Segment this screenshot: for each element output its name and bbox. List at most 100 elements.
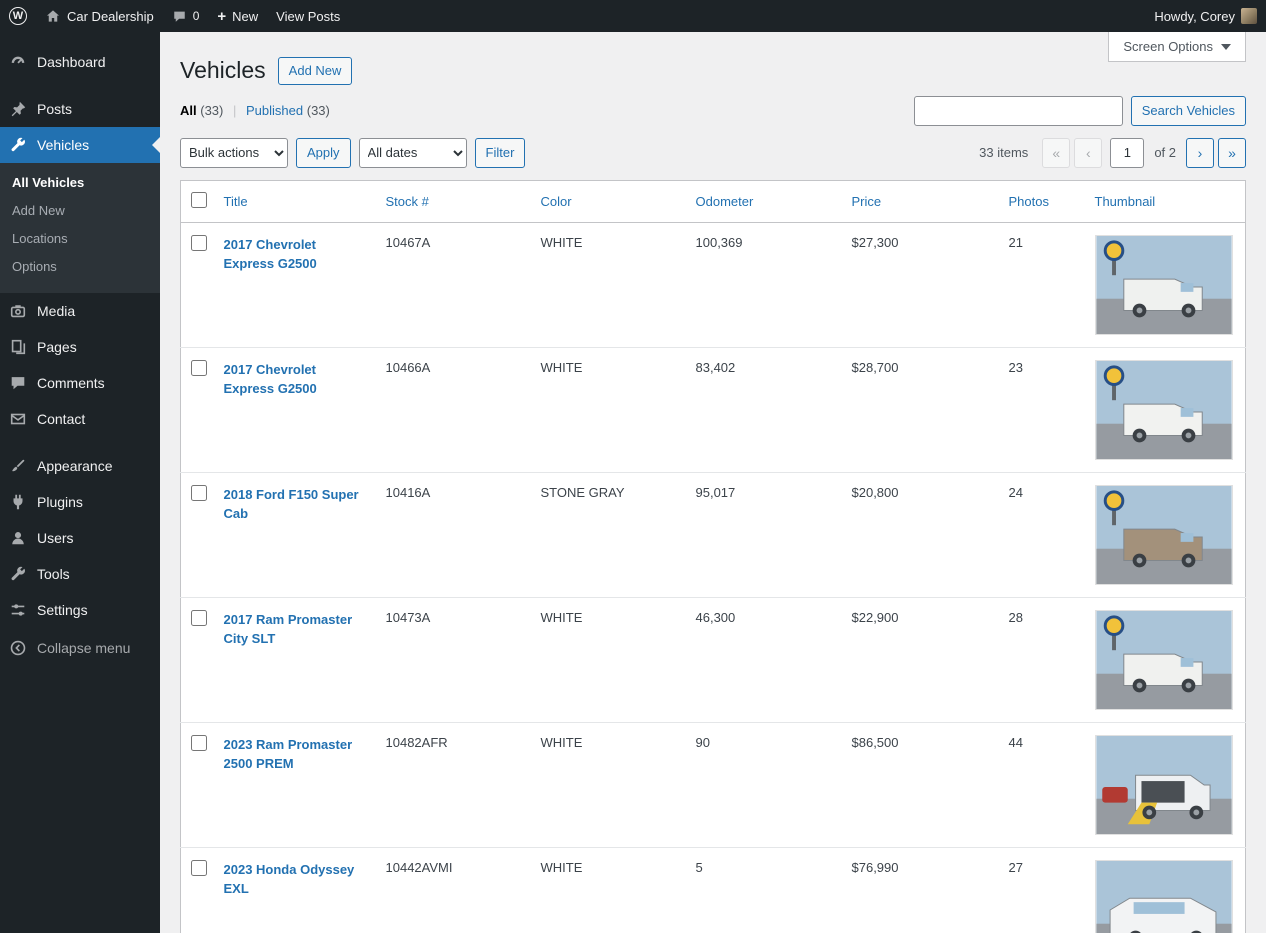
row-checkbox[interactable]	[191, 734, 207, 751]
column-header-stock[interactable]: Stock #	[375, 180, 531, 223]
sidebar-item-label: Tools	[37, 566, 70, 582]
last-page-button[interactable]: »	[1218, 137, 1246, 168]
sidebar-item-dashboard[interactable]: Dashboard	[0, 44, 160, 80]
sidebar-item-label: Vehicles	[37, 137, 90, 153]
row-checkbox[interactable]	[191, 234, 207, 251]
avatar	[1241, 8, 1257, 24]
column-header-title[interactable]: Title	[213, 180, 376, 223]
screen-options-label: Screen Options	[1123, 39, 1213, 54]
table-row: 2018 Ford F150 Super Cab 10416A STONE GR…	[180, 471, 1246, 598]
sidebar-item-vehicles[interactable]: Vehicles	[0, 127, 160, 163]
wordpress-logo[interactable]: W	[0, 0, 36, 32]
column-header-color[interactable]: Color	[530, 180, 686, 223]
table-row: 2017 Chevrolet Express G2500 10467A WHIT…	[181, 222, 1246, 347]
submenu-item-label: Add New	[12, 203, 65, 218]
row-checkbox[interactable]	[191, 484, 207, 501]
comment-bubble-icon	[172, 9, 187, 24]
search-box: Search Vehicles	[913, 95, 1246, 126]
collapse-menu-button[interactable]: Collapse menu	[0, 630, 160, 666]
odometer-cell: 83,402	[685, 346, 842, 473]
admin-sidebar: Dashboard Posts Vehicles All Vehicles Ad…	[0, 32, 160, 933]
vehicle-title-link[interactable]: 2017 Chevrolet Express G2500	[224, 235, 366, 274]
vehicle-thumbnail	[1094, 859, 1233, 933]
vehicles-submenu: All Vehicles Add New Locations Options	[0, 163, 160, 293]
stock-cell: 10466A	[375, 346, 531, 473]
row-checkbox[interactable]	[191, 859, 207, 876]
bulk-actions-select[interactable]: Bulk actions	[180, 137, 288, 168]
vehicle-title-link[interactable]: 2017 Chevrolet Express G2500	[224, 360, 366, 399]
column-header-price[interactable]: Price	[841, 180, 999, 223]
sidebar-item-pages[interactable]: Pages	[0, 329, 160, 365]
photos-cell: 23	[998, 346, 1085, 473]
stock-cell: 10482AFR	[375, 721, 531, 848]
pages-icon	[8, 337, 28, 357]
submenu-item-locations[interactable]: Locations	[0, 225, 160, 253]
sidebar-item-appearance[interactable]: Appearance	[0, 448, 160, 484]
select-all-checkbox[interactable]	[191, 191, 207, 208]
odometer-cell: 100,369	[695, 234, 743, 250]
vehicle-title-link[interactable]: 2023 Honda Odyssey EXL	[224, 860, 366, 899]
apply-button[interactable]: Apply	[296, 137, 351, 168]
price-cell: $86,500	[841, 721, 999, 848]
submenu-item-options[interactable]: Options	[0, 253, 160, 281]
camera-icon	[8, 301, 28, 321]
collapse-arrow-icon	[8, 638, 28, 658]
table-row: 2023 Honda Odyssey EXL 10442AVMI WHITE 5…	[180, 846, 1246, 933]
sidebar-item-users[interactable]: Users	[0, 520, 160, 556]
sidebar-item-contact[interactable]: Contact	[0, 401, 160, 437]
next-page-button[interactable]: ›	[1186, 137, 1214, 168]
sidebar-item-tools[interactable]: Tools	[0, 556, 160, 592]
row-checkbox[interactable]	[191, 359, 207, 376]
main-content: Screen Options Vehicles Add New All (33)…	[160, 32, 1266, 933]
dates-filter-select[interactable]: All dates	[358, 137, 467, 168]
view-filter-all[interactable]: All	[180, 103, 197, 118]
add-new-button[interactable]: Add New	[277, 56, 353, 85]
column-header-thumbnail[interactable]: Thumbnail	[1084, 180, 1246, 223]
sidebar-item-plugins[interactable]: Plugins	[0, 484, 160, 520]
select-all-header	[180, 180, 214, 223]
column-header-odometer[interactable]: Odometer	[685, 180, 842, 223]
odometer-cell: 90	[685, 721, 842, 848]
color-cell: WHITE	[530, 846, 686, 933]
view-filter-published-count: (33)	[306, 103, 330, 119]
row-checkbox[interactable]	[191, 609, 207, 626]
view-posts-link[interactable]: View Posts	[267, 0, 349, 32]
search-vehicles-button[interactable]: Search Vehicles	[1130, 95, 1246, 126]
price-cell: $22,900	[841, 596, 999, 723]
new-content-menu[interactable]: + New	[208, 0, 267, 32]
filter-button[interactable]: Filter	[474, 137, 526, 168]
view-filter-published[interactable]: Published	[246, 103, 303, 118]
current-page-input[interactable]	[1110, 137, 1145, 168]
sidebar-item-media[interactable]: Media	[0, 293, 160, 329]
submenu-item-all-vehicles[interactable]: All Vehicles	[0, 169, 160, 197]
photos-cell: 24	[998, 471, 1085, 598]
table-row: 2017 Ram Promaster City SLT 10473A WHITE…	[180, 596, 1246, 723]
vehicle-thumbnail	[1094, 359, 1233, 460]
price-cell: $76,990	[841, 846, 999, 933]
sidebar-item-label: Users	[37, 530, 74, 546]
vehicle-title-link[interactable]: 2023 Ram Promaster 2500 PREM	[224, 735, 366, 774]
sidebar-item-label: Plugins	[37, 494, 83, 510]
admin-bar: W Car Dealership 0 + New View Posts Howd…	[0, 0, 1266, 32]
price-cell: $28,700	[841, 346, 999, 473]
settings-icon	[8, 600, 28, 620]
search-input[interactable]	[913, 95, 1123, 126]
wordpress-logo-icon: W	[9, 7, 27, 25]
vehicle-title-link[interactable]: 2017 Ram Promaster City SLT	[224, 610, 366, 649]
account-menu[interactable]: Howdy, Corey	[1145, 0, 1266, 32]
sidebar-item-comments[interactable]: Comments	[0, 365, 160, 401]
sidebar-item-settings[interactable]: Settings	[0, 592, 160, 628]
vehicle-thumbnail	[1094, 484, 1233, 585]
screen-options-tab[interactable]: Screen Options	[1108, 32, 1246, 62]
new-label: New	[232, 8, 259, 24]
plus-icon: +	[217, 7, 227, 25]
vehicle-title-link[interactable]: 2018 Ford F150 Super Cab	[224, 485, 366, 524]
vehicle-thumbnail	[1094, 234, 1233, 335]
comments-shortcut[interactable]: 0	[163, 0, 209, 32]
submenu-item-add-new[interactable]: Add New	[0, 197, 160, 225]
pagination: 33 items « ‹ of 2 › »	[979, 137, 1246, 168]
site-name-link[interactable]: Car Dealership	[36, 0, 163, 32]
sidebar-item-posts[interactable]: Posts	[0, 91, 160, 127]
howdy-text: Howdy, Corey	[1154, 8, 1235, 24]
column-header-photos[interactable]: Photos	[998, 180, 1085, 223]
